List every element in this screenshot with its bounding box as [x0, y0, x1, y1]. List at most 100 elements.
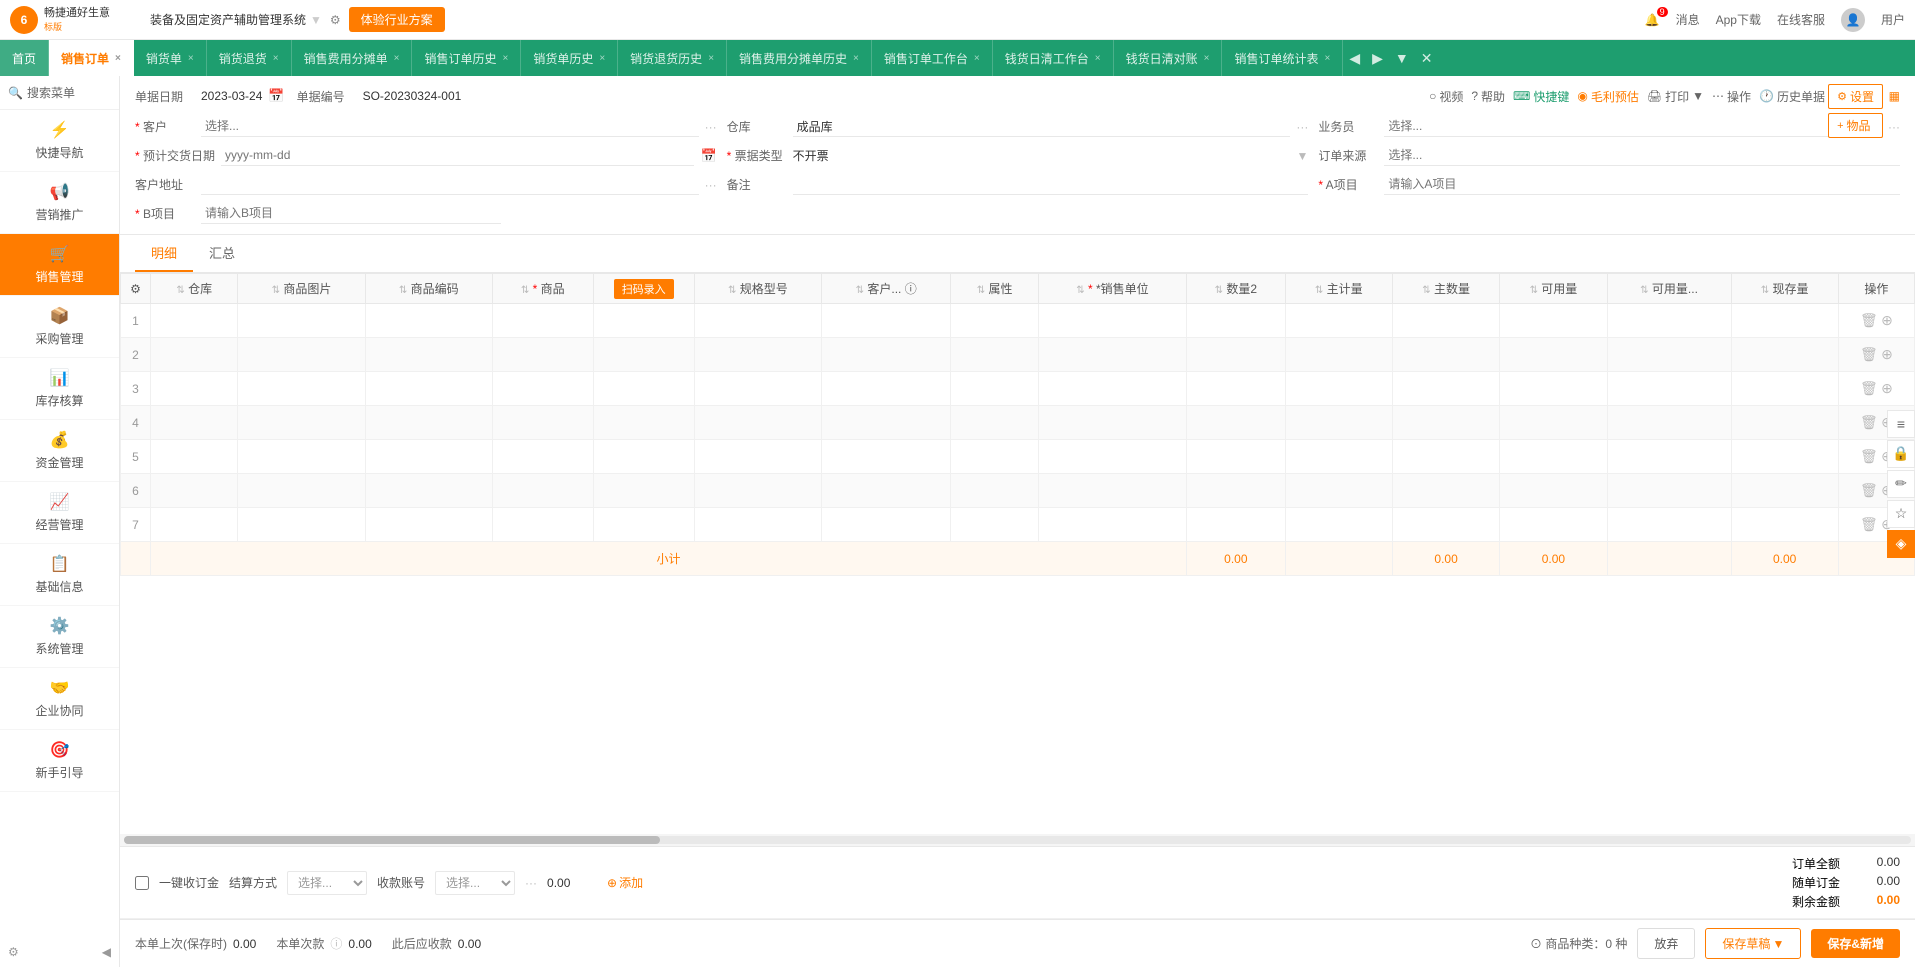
row2-main-qty[interactable] [1392, 338, 1499, 372]
sidebar-item-sales[interactable]: 🛒 销售管理 [0, 234, 119, 296]
address-input[interactable] [201, 174, 699, 195]
float-btn-edit[interactable]: ✏ [1887, 470, 1915, 498]
row1-copy-btn[interactable]: ⊕ [1881, 312, 1893, 329]
tab-close-delivery-history[interactable]: × [599, 53, 605, 64]
save-draft-dropdown-icon[interactable]: ▼ [1772, 937, 1784, 951]
tab-reconcile[interactable]: 钱货日清对账 × [1114, 40, 1223, 76]
tab-delivery-history[interactable]: 销货单历史 × [521, 40, 618, 76]
app-download[interactable]: App下载 [1716, 11, 1761, 28]
tab-close-fee-history[interactable]: × [853, 53, 859, 64]
discard-button[interactable]: 放弃 [1637, 928, 1695, 959]
profit-btn[interactable]: ◉ 毛利预估 [1577, 88, 1639, 105]
tab-close-return-history[interactable]: × [708, 53, 714, 64]
row1-delete-btn[interactable]: 🗑 [1860, 312, 1878, 329]
sidebar-item-collab[interactable]: 🤝 企业协同 [0, 668, 119, 730]
tab-workbench[interactable]: 销售订单工作台 × [872, 40, 993, 76]
tab-close-reconcile[interactable]: × [1204, 53, 1210, 64]
float-btn-star[interactable]: ☆ [1887, 500, 1915, 528]
view-btn[interactable]: ○ 视频 [1429, 88, 1463, 105]
row1-spec[interactable] [694, 304, 821, 338]
tab-sales-order[interactable]: 销售订单 × [49, 40, 134, 76]
tab-detail[interactable]: 明细 [135, 235, 193, 272]
scroll-thumb[interactable] [124, 836, 660, 844]
row2-attr[interactable] [951, 338, 1038, 372]
remark-input[interactable] [793, 174, 1309, 195]
tab-fee-split[interactable]: 销售费用分摊单 × [292, 40, 413, 76]
sidebar-item-quicknav[interactable]: ⚡ 快捷导航 [0, 110, 119, 172]
float-btn-special[interactable]: ◈ [1887, 530, 1915, 558]
row1-warehouse[interactable] [151, 304, 238, 338]
tab-nav-close[interactable]: ✕ [1415, 50, 1439, 67]
a-project-input[interactable] [1384, 174, 1900, 195]
sidebar-item-base[interactable]: 📋 基础信息 [0, 544, 119, 606]
row6-delete-btn[interactable]: 🗑 [1860, 482, 1878, 499]
tab-return[interactable]: 销货退货 × [207, 40, 292, 76]
warehouse-dots[interactable]: ··· [1296, 120, 1308, 134]
tab-nav-right[interactable]: ▶ [1366, 50, 1389, 67]
float-btn-lock[interactable]: 🔒 [1887, 440, 1915, 468]
row2-spec[interactable] [694, 338, 821, 372]
account-select[interactable]: 选择... [435, 871, 515, 895]
tab-close-workbench[interactable]: × [974, 53, 980, 64]
industry-button[interactable]: 体验行业方案 [349, 7, 445, 32]
tab-close-return[interactable]: × [273, 53, 279, 64]
row1-attr[interactable] [951, 304, 1038, 338]
sidebar-item-finance[interactable]: 💰 资金管理 [0, 420, 119, 482]
list-view-icon[interactable]: ▦ [1889, 89, 1900, 103]
shortcut-btn[interactable]: ⌨ 快捷键 [1513, 88, 1569, 105]
sidebar-collapse-btn[interactable]: ◀ [102, 945, 111, 959]
ticket-dropdown-icon[interactable]: ▼ [1296, 149, 1308, 163]
b-project-input[interactable] [201, 203, 501, 224]
sidebar-item-purchase[interactable]: 📦 采购管理 [0, 296, 119, 358]
operation-btn[interactable]: ⋯ 操作 [1712, 88, 1751, 105]
tab-summary[interactable]: 汇总 [193, 235, 251, 272]
sidebar-item-marketing[interactable]: 📢 营销推广 [0, 172, 119, 234]
row3-warehouse[interactable] [151, 372, 238, 406]
row1-unit[interactable] [1038, 304, 1186, 338]
tab-stats[interactable]: 销售订单统计表 × [1222, 40, 1343, 76]
sidebar-settings-icon[interactable]: ⚙ [8, 945, 19, 959]
scroll-track[interactable] [124, 836, 1911, 844]
settlement-select[interactable]: 选择... [287, 871, 367, 895]
th-scan[interactable]: 扫码录入 [593, 274, 694, 304]
tab-close-sales-order[interactable]: × [115, 53, 121, 64]
row5-delete-btn[interactable]: 🗑 [1860, 448, 1878, 465]
row2-unit[interactable] [1038, 338, 1186, 372]
help-btn[interactable]: ? 帮助 [1471, 88, 1505, 105]
th-gear[interactable]: ⚙ [121, 274, 151, 304]
online-service[interactable]: 在线客服 [1777, 11, 1825, 28]
scan-button[interactable]: 扫码录入 [614, 279, 674, 299]
sidebar-item-operations[interactable]: 📈 经营管理 [0, 482, 119, 544]
float-btn-list[interactable]: ≡ [1887, 410, 1915, 438]
tab-cash-workbench[interactable]: 钱货日清工作台 × [993, 40, 1114, 76]
tab-nav-left[interactable]: ◀ [1343, 50, 1366, 67]
settings-button[interactable]: ⚙ 设置 [1828, 84, 1883, 109]
sidebar-item-system[interactable]: ⚙️ 系统管理 [0, 606, 119, 668]
settings-icon[interactable]: ⚙ [330, 13, 341, 27]
row2-name[interactable] [492, 338, 593, 372]
warehouse-input[interactable] [793, 116, 1291, 137]
row1-main-qty[interactable] [1392, 304, 1499, 338]
add-payment-btn[interactable]: ⊕ 添加 [607, 874, 643, 891]
tab-close-sales-delivery[interactable]: × [188, 53, 194, 64]
tab-home[interactable]: 首页 [0, 40, 49, 76]
delivery-input[interactable] [221, 145, 694, 166]
row3-delete-btn[interactable]: 🗑 [1860, 380, 1878, 397]
account-dots[interactable]: ··· [525, 876, 537, 890]
row2-customer-code[interactable] [821, 338, 950, 372]
one-key-checkbox[interactable] [135, 876, 149, 890]
tab-close-cash-workbench[interactable]: × [1095, 53, 1101, 64]
row1-customer-code[interactable] [821, 304, 950, 338]
order-source-input[interactable] [1384, 145, 1900, 166]
tab-close-order-history[interactable]: × [502, 53, 508, 64]
history-btn[interactable]: 🕐 历史单据 [1759, 88, 1825, 105]
address-dots[interactable]: ··· [705, 178, 717, 192]
tab-close-fee-split[interactable]: × [394, 53, 400, 64]
notice-area[interactable]: 🔔 9 [1645, 13, 1660, 27]
table-scrollbar[interactable] [120, 834, 1915, 846]
date-calendar-icon[interactable]: 📅 [268, 88, 284, 104]
current-info-icon[interactable]: ⓘ [330, 935, 342, 952]
tab-return-history[interactable]: 销货退货历史 × [618, 40, 727, 76]
sidebar-item-guide[interactable]: 🎯 新手引导 [0, 730, 119, 792]
save-new-button[interactable]: 保存&新增 [1811, 929, 1900, 958]
